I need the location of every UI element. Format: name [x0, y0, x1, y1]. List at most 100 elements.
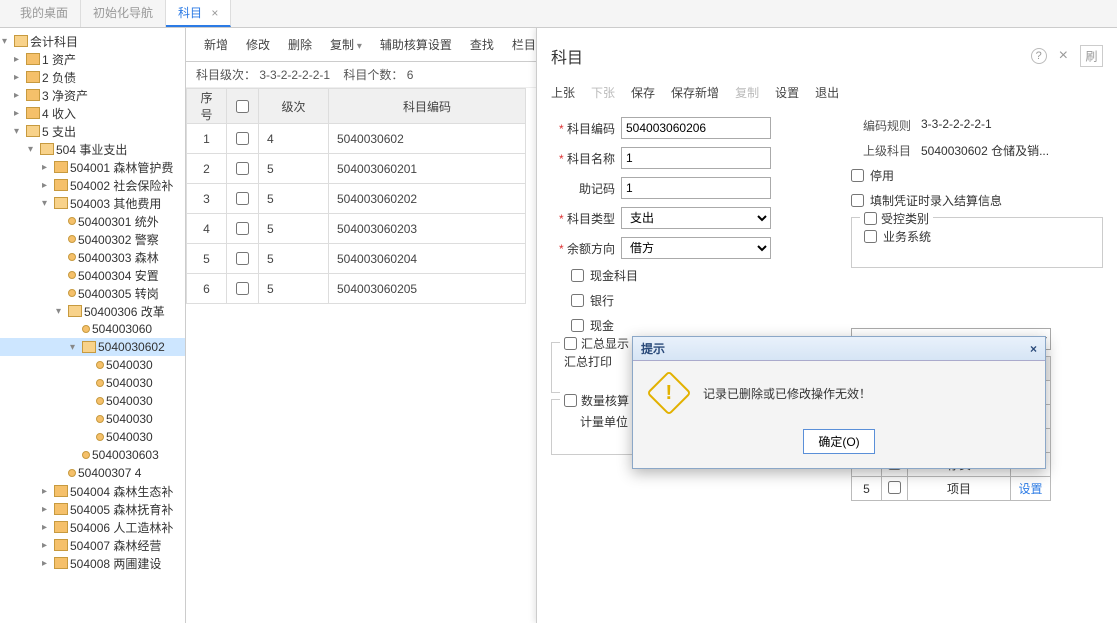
- col-check[interactable]: [227, 89, 259, 124]
- tree-item[interactable]: 504003​060​3: [0, 446, 185, 464]
- table-row[interactable]: 65504003060205: [187, 274, 526, 304]
- aux-check[interactable]: [888, 481, 901, 494]
- tree-item[interactable]: 5040030​4 安置: [0, 266, 185, 284]
- cb-bank[interactable]: [571, 294, 584, 307]
- tree-item[interactable]: ▾504 事业支出: [0, 140, 185, 158]
- select-dir[interactable]: 借方: [621, 237, 771, 259]
- folder-icon: [26, 53, 40, 65]
- input-name[interactable]: [621, 147, 771, 169]
- tree-item[interactable]: ▸3 净资产: [0, 86, 185, 104]
- folder-open-icon: [26, 125, 40, 137]
- tree-item[interactable]: 5040030​3 森林: [0, 248, 185, 266]
- tree-item[interactable]: ▸1 资产: [0, 50, 185, 68]
- row-check[interactable]: [236, 282, 249, 295]
- table-row[interactable]: 145040030602: [187, 124, 526, 154]
- row-check[interactable]: [236, 192, 249, 205]
- row-check[interactable]: [236, 222, 249, 235]
- select-type[interactable]: 支出: [621, 207, 771, 229]
- tree-root[interactable]: ▾会计科目: [0, 32, 185, 50]
- table-row[interactable]: 25504003060201: [187, 154, 526, 184]
- aux-row[interactable]: 5项目设置: [852, 477, 1051, 501]
- cb-voucher[interactable]: [851, 194, 864, 207]
- aux-link[interactable]: 设置: [1018, 482, 1042, 496]
- pa-save[interactable]: 保存: [631, 84, 655, 101]
- folder-open-icon: [54, 197, 68, 209]
- tb-new[interactable]: 新增: [204, 36, 228, 53]
- row-check[interactable]: [236, 252, 249, 265]
- tree-item[interactable]: 5040030​5 转岗: [0, 284, 185, 302]
- tree-item-selected[interactable]: ▾50400306​02: [0, 338, 185, 356]
- tree-item[interactable]: 5040030​1 统外: [0, 212, 185, 230]
- cb-controlled[interactable]: [864, 212, 877, 225]
- pa-copy[interactable]: 复制: [735, 84, 759, 101]
- tb-column[interactable]: 栏目: [512, 36, 536, 53]
- account-tree[interactable]: ▾会计科目 ▸1 资产 ▸2 负债 ▸3 净资产 ▸4 收入 ▾5 支出 ▾50…: [0, 28, 186, 623]
- pa-exit[interactable]: 退出: [815, 84, 839, 101]
- tree-item[interactable]: 504003​0: [0, 392, 185, 410]
- leaf-icon: [96, 361, 104, 369]
- row-check[interactable]: [236, 132, 249, 145]
- leaf-icon: [68, 217, 76, 225]
- help-icon[interactable]: ?: [1031, 48, 1047, 64]
- panel-title: 科目: [551, 44, 583, 68]
- label-type: 科目类型: [551, 210, 621, 227]
- ok-button[interactable]: 确定(O): [803, 429, 874, 454]
- table-row[interactable]: 45504003060203: [187, 214, 526, 244]
- col-code: 科目编码: [329, 89, 526, 124]
- col-level: 级次: [259, 89, 329, 124]
- tree-item[interactable]: ▸504006 人工造林补: [0, 518, 185, 536]
- table-row[interactable]: 55504003060204: [187, 244, 526, 274]
- tree-item[interactable]: ▸2 负债: [0, 68, 185, 86]
- cb-sumshow[interactable]: [564, 337, 577, 350]
- tb-edit[interactable]: 修改: [246, 36, 270, 53]
- tab-init-nav[interactable]: 初始化导航: [81, 0, 166, 27]
- tb-find[interactable]: 查找: [470, 36, 494, 53]
- tree-item[interactable]: ▸504005 森林抚育补: [0, 500, 185, 518]
- cb-biz[interactable]: [864, 230, 877, 243]
- tab-desktop[interactable]: 我的桌面: [8, 0, 81, 27]
- cb-disable[interactable]: [851, 169, 864, 182]
- tree-item[interactable]: 504003​0: [0, 356, 185, 374]
- tree-item[interactable]: ▾5040030​6 改革: [0, 302, 185, 320]
- tb-delete[interactable]: 删除: [288, 36, 312, 53]
- leaf-icon: [82, 325, 90, 333]
- folder-icon: [26, 107, 40, 119]
- tree-item[interactable]: ▸504002 社会保险补: [0, 176, 185, 194]
- pa-next[interactable]: 下张: [591, 84, 615, 101]
- tab-subject[interactable]: 科目 ×: [166, 0, 231, 27]
- cb-cash2[interactable]: [571, 319, 584, 332]
- tree-item[interactable]: ▾504003 其他费用: [0, 194, 185, 212]
- tree-item[interactable]: ▾5 支出: [0, 122, 185, 140]
- tree-item[interactable]: ▸4 收入: [0, 104, 185, 122]
- pa-save-new[interactable]: 保存新增: [671, 84, 719, 101]
- tree-item[interactable]: ▸504001 森林管护费: [0, 158, 185, 176]
- label-dir: 余额方向: [551, 240, 621, 257]
- input-code[interactable]: [621, 117, 771, 139]
- tree-item[interactable]: ▸504008 两圃建设: [0, 554, 185, 572]
- folder-icon: [54, 485, 68, 497]
- tree-item[interactable]: 5040030​7 4: [0, 464, 185, 482]
- tree-item[interactable]: 5040030​2 警察: [0, 230, 185, 248]
- folder-icon: [26, 89, 40, 101]
- tree-item[interactable]: 50400306​0: [0, 320, 185, 338]
- tree-item[interactable]: ▸504004 森林生态补: [0, 482, 185, 500]
- pa-prev[interactable]: 上张: [551, 84, 575, 101]
- cb-cash[interactable]: [571, 269, 584, 282]
- tb-aux-setting[interactable]: 辅助核算设置: [380, 36, 452, 53]
- cb-qty[interactable]: [564, 394, 577, 407]
- tree-item[interactable]: 504003​0: [0, 374, 185, 392]
- tree-item[interactable]: 504003​0: [0, 410, 185, 428]
- dialog-message: 记录已删除或已修改操作无效！: [703, 385, 871, 402]
- table-row[interactable]: 35504003060202: [187, 184, 526, 214]
- refresh-label[interactable]: 刷: [1080, 45, 1103, 67]
- tree-item[interactable]: 504003​0: [0, 428, 185, 446]
- leaf-icon: [82, 451, 90, 459]
- close-icon[interactable]: ×: [1030, 342, 1037, 356]
- input-mnemonic[interactable]: [621, 177, 771, 199]
- row-check[interactable]: [236, 162, 249, 175]
- close-icon[interactable]: ×: [1059, 47, 1068, 65]
- close-icon[interactable]: ×: [211, 6, 218, 20]
- tb-copy[interactable]: 复制: [330, 36, 362, 53]
- tree-item[interactable]: ▸504007 森林经营: [0, 536, 185, 554]
- pa-setting[interactable]: 设置: [775, 84, 799, 101]
